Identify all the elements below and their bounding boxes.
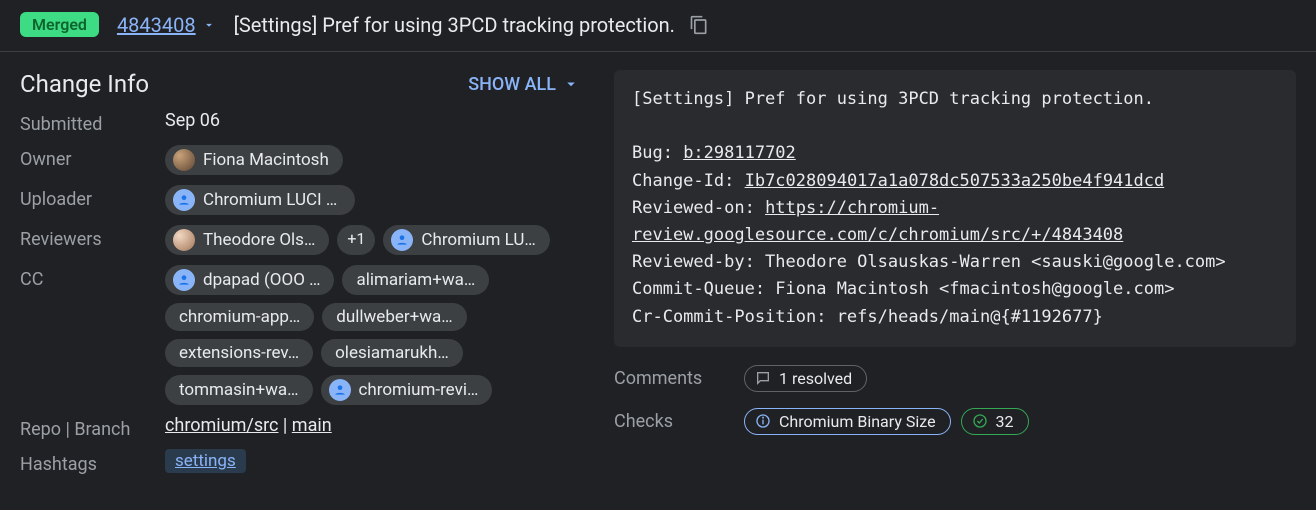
cc-name: alimariam+wa… [356,270,475,290]
reviewer-chip[interactable]: Theodore Ols… [165,225,329,255]
change-number-link[interactable]: 4843408 [117,13,216,37]
avatar [391,229,413,251]
hashtag-chip[interactable]: settings [165,449,246,473]
cc-chip[interactable]: dullweber+wa… [322,303,466,331]
bug-link[interactable]: b:298117702 [683,143,796,163]
label-uploader: Uploader [20,185,165,210]
checks-label: Checks [614,411,744,432]
label-reviewers: Reviewers [20,225,165,250]
label-repo-branch: Repo | Branch [20,415,165,440]
show-all-button[interactable]: SHOW ALL [468,74,580,95]
avatar [173,149,195,171]
change-header: Merged 4843408 [Settings] Pref for using… [0,0,1316,52]
label-hashtags: Hashtags [20,450,165,475]
change-title: [Settings] Pref for using 3PCD tracking … [234,13,675,37]
commit-subject: [Settings] Pref for using 3PCD tracking … [632,89,1154,109]
cc-chip[interactable]: olesiamarukh… [321,339,463,367]
chevron-down-icon [202,18,216,32]
value-submitted: Sep 06 [165,110,580,131]
avatar [173,269,195,291]
change-info-panel: Change Info SHOW ALL Submitted Sep 06 Ow… [20,70,580,475]
chevron-down-icon [562,75,580,93]
cc-chip[interactable]: extensions-rev… [165,339,313,367]
repo-link[interactable]: chromium/src [165,415,278,436]
cc-name: tommasin+wa… [179,380,299,400]
cc-chip[interactable]: chromium-app… [165,303,314,331]
reviewed-by-line: Reviewed-by: Theodore Olsauskas-Warren <… [632,252,1226,272]
avatar [329,379,351,401]
check-circle-icon [972,413,988,429]
cc-name: dullweber+wa… [336,307,452,327]
cc-chip[interactable]: alimariam+wa… [342,265,489,295]
cc-name: extensions-rev… [179,343,299,363]
change-number-text: 4843408 [117,13,196,37]
status-badge: Merged [20,12,99,37]
check-pill-info[interactable]: Chromium Binary Size [744,408,951,435]
cc-chip[interactable]: chromium-revi… [321,375,493,405]
copy-icon[interactable] [689,15,709,35]
reviewer-chip[interactable]: Chromium LU… [383,225,549,255]
cc-list: dpapad (OOO … alimariam+wa… chromium-app… d… [165,265,580,405]
change-id-label: Change-Id: [632,171,745,191]
label-submitted: Submitted [20,110,165,135]
info-icon [755,413,771,429]
reviewer-overflow-badge[interactable]: +1 [337,225,375,255]
commit-queue-line: Commit-Queue: Fiona Macintosh <fmacintos… [632,279,1174,299]
reviewer-name: Chromium LU… [421,230,535,250]
comment-icon [755,370,771,386]
reviewer-name: Theodore Ols… [203,230,315,250]
cc-chip[interactable]: tommasin+wa… [165,375,313,405]
repo-branch-value: chromium/src | main [165,415,580,436]
label-owner: Owner [20,145,165,170]
owner-name: Fiona Macintosh [203,150,329,170]
owner-chip[interactable]: Fiona Macintosh [165,145,343,175]
check-ok-text: 32 [996,412,1014,431]
show-all-label: SHOW ALL [468,74,556,95]
cc-name: olesiamarukh… [335,343,449,363]
repo-separator: | [278,415,291,436]
cc-chip[interactable]: dpapad (OOO … [165,265,334,295]
avatar [173,189,195,211]
comments-resolved-text: 1 resolved [779,369,852,388]
avatar [173,229,195,251]
uploader-chip[interactable]: Chromium LUCI CQ [165,185,355,215]
change-info-heading: Change Info [20,70,149,98]
check-info-text: Chromium Binary Size [779,412,936,431]
bug-label: Bug: [632,143,683,163]
commit-message: [Settings] Pref for using 3PCD tracking … [614,70,1296,347]
change-id-link[interactable]: Ib7c028094017a1a078dc507533a250be4f941dc… [745,171,1165,191]
cr-commit-position-line: Cr-Commit-Position: refs/heads/main@{#11… [632,307,1103,327]
reviewed-on-label: Reviewed-on: [632,198,765,218]
label-cc: CC [20,265,165,290]
comments-resolved-pill[interactable]: 1 resolved [744,365,867,392]
check-pill-success[interactable]: 32 [961,408,1029,435]
comments-label: Comments [614,368,744,389]
uploader-name: Chromium LUCI CQ [203,190,341,210]
branch-link[interactable]: main [292,415,332,436]
cc-name: chromium-app… [179,307,300,327]
cc-name: chromium-revi… [359,380,479,400]
cc-name: dpapad (OOO … [203,270,320,290]
